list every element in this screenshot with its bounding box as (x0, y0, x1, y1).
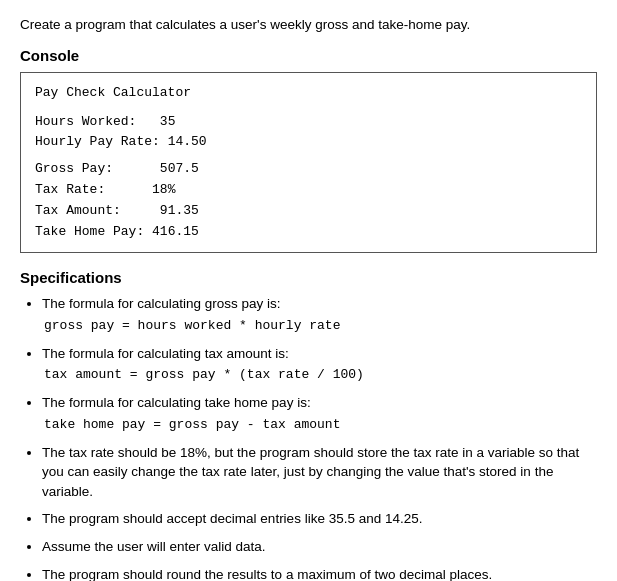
console-input-lines: Hours Worked: 35 Hourly Pay Rate: 14.50 (35, 112, 582, 154)
spec-item-4: The tax rate should be 18%, but the prog… (42, 443, 597, 502)
gross-value: 507.5 (160, 161, 199, 176)
gross-label: Gross Pay: (35, 161, 113, 176)
intro-paragraph: Create a program that calculates a user'… (20, 16, 597, 35)
tax-rate-label: Tax Rate: (35, 182, 105, 197)
spec-item-5: The program should accept decimal entrie… (42, 509, 597, 529)
console-output-lines: Gross Pay: 507.5 Tax Rate: 18% Tax Amoun… (35, 159, 582, 242)
tax-amount-label: Tax Amount: (35, 203, 121, 218)
specs-heading: Specifications (20, 269, 597, 286)
tax-amount-value: 91.35 (160, 203, 199, 218)
specs-section: Specifications The formula for calculati… (20, 269, 597, 581)
hours-line: Hours Worked: 35 (35, 112, 582, 133)
spec-text-6: Assume the user will enter valid data. (42, 539, 266, 554)
hourly-value: 14.50 (168, 134, 207, 149)
tax-rate-value: 18% (152, 182, 175, 197)
console-box: Pay Check Calculator Hours Worked: 35 Ho… (20, 72, 597, 254)
gross-line: Gross Pay: 507.5 (35, 159, 582, 180)
spec-item-6: Assume the user will enter valid data. (42, 537, 597, 557)
console-heading: Console (20, 47, 597, 64)
hours-value: 35 (160, 114, 176, 129)
hours-label: Hours Worked: (35, 114, 136, 129)
take-home-value: 416.15 (152, 224, 199, 239)
spec-item-3: The formula for calculating take home pa… (42, 393, 597, 434)
spec-item-1: The formula for calculating gross pay is… (42, 294, 597, 335)
spec-text-4: The tax rate should be 18%, but the prog… (42, 445, 579, 499)
console-title-line: Pay Check Calculator (35, 83, 582, 104)
take-home-label: Take Home Pay: (35, 224, 144, 239)
spec-code-1: gross pay = hours worked * hourly rate (44, 317, 597, 336)
tax-amount-line: Tax Amount: 91.35 (35, 201, 582, 222)
spec-text-2: The formula for calculating tax amount i… (42, 346, 289, 361)
hourly-label: Hourly Pay Rate: (35, 134, 160, 149)
hourly-line: Hourly Pay Rate: 14.50 (35, 132, 582, 153)
spec-text-5: The program should accept decimal entrie… (42, 511, 422, 526)
spec-code-2: tax amount = gross pay * (tax rate / 100… (44, 366, 597, 385)
spec-item-2: The formula for calculating tax amount i… (42, 344, 597, 385)
spec-text-1: The formula for calculating gross pay is… (42, 296, 281, 311)
specs-list: The formula for calculating gross pay is… (20, 294, 597, 581)
spec-code-3: take home pay = gross pay - tax amount (44, 416, 597, 435)
spec-text-7: The program should round the results to … (42, 567, 492, 582)
take-home-line: Take Home Pay: 416.15 (35, 222, 582, 243)
tax-rate-line: Tax Rate: 18% (35, 180, 582, 201)
spec-item-7: The program should round the results to … (42, 565, 597, 582)
spec-text-3: The formula for calculating take home pa… (42, 395, 311, 410)
